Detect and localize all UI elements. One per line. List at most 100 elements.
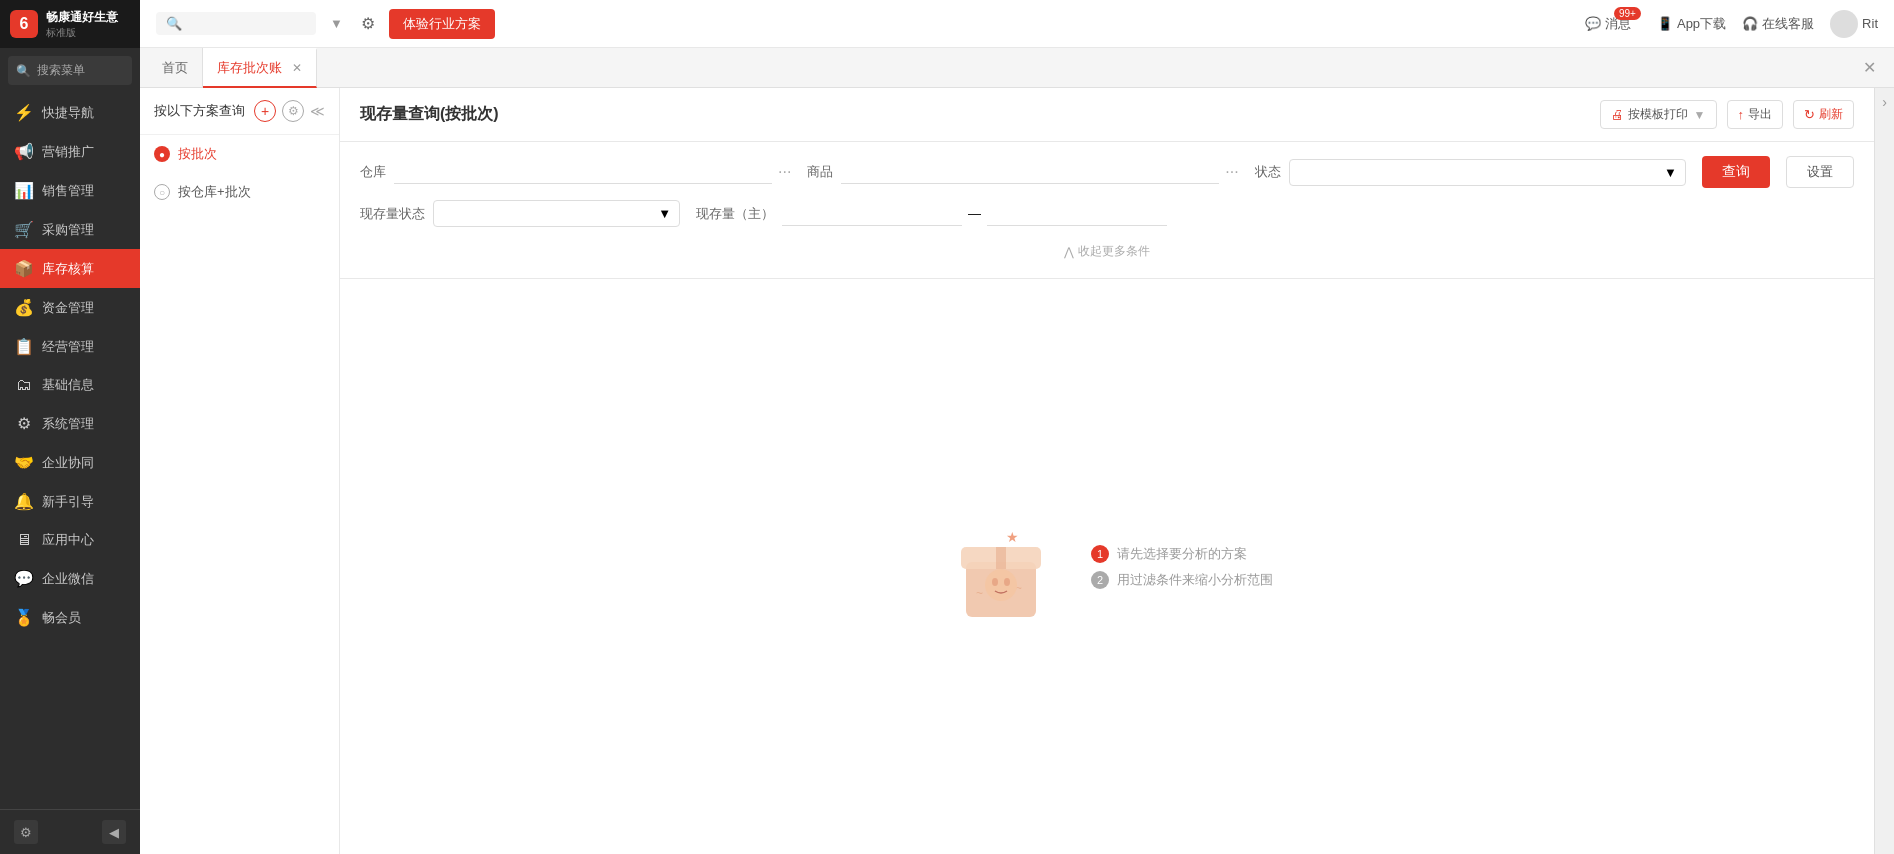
sidebar-item-member[interactable]: 🏅 畅会员 <box>0 598 140 637</box>
status-arrow-icon: ▼ <box>1664 165 1677 180</box>
export-button[interactable]: ↑ 导出 <box>1727 100 1784 129</box>
message-badge: 99+ <box>1614 7 1641 20</box>
online-service-button[interactable]: 🎧 在线客服 <box>1742 15 1814 33</box>
nav-icon-appstore: 🖥 <box>14 531 34 549</box>
nav-label-operation: 经营管理 <box>42 338 94 356</box>
sidebar-search[interactable]: 🔍 搜索菜单 <box>8 56 132 85</box>
sidebar-collapse-button[interactable]: ◀ <box>102 820 126 844</box>
sidebar-item-wechat[interactable]: 💬 企业微信 <box>0 559 140 598</box>
filter-row-1: 仓库 ··· 商品 ··· 状态 ▼ <box>360 156 1854 188</box>
filter-active-dot: ● <box>154 146 170 162</box>
user-name: Rit <box>1862 16 1878 31</box>
company-name: 畅康通好生意 <box>46 9 118 26</box>
filter-item-by-warehouse-batch-label: 按仓库+批次 <box>178 183 251 201</box>
topbar-dropdown-icon[interactable]: ▼ <box>326 12 347 35</box>
filter-add-button[interactable]: + <box>254 100 276 122</box>
page-title: 现存量查询(按批次) <box>360 104 499 125</box>
filter-item-by-batch[interactable]: ● 按批次 <box>140 135 339 173</box>
topbar-gear-icon[interactable]: ⚙ <box>357 10 379 37</box>
refresh-icon: ↻ <box>1804 107 1815 122</box>
refresh-button[interactable]: ↻ 刷新 <box>1793 100 1854 129</box>
sidebar-item-guide[interactable]: 🔔 新手引导 <box>0 482 140 521</box>
warehouse-dots[interactable]: ··· <box>778 163 791 181</box>
filter-item-by-batch-label: 按批次 <box>178 145 217 163</box>
empty-illustration: ★ ~ ~ <box>941 507 1061 627</box>
sidebar-item-system[interactable]: ⚙ 系统管理 <box>0 404 140 443</box>
topbar-search-box[interactable]: 🔍 <box>156 12 316 35</box>
right-panel-close-button[interactable]: › <box>1876 88 1893 116</box>
status-select[interactable]: ▼ <box>1289 159 1686 186</box>
nav-icon-marketing: 📢 <box>14 142 34 161</box>
empty-hint-1-num: 1 <box>1091 545 1109 563</box>
sidebar-item-operation[interactable]: 📋 经营管理 <box>0 327 140 366</box>
app-download-button[interactable]: 📱 App下载 <box>1657 15 1726 33</box>
nav-label-purchase: 采购管理 <box>42 221 94 239</box>
filter-item-by-warehouse-batch[interactable]: ○ 按仓库+批次 <box>140 173 339 211</box>
empty-hint-texts: 1 请先选择要分析的方案 2 用过滤条件来缩小分析范围 <box>1091 545 1273 589</box>
sidebar-item-inventory[interactable]: 📦 库存核算 <box>0 249 140 288</box>
main-content: 现存量查询(按批次) 🖨 按模板打印 ▼ ↑ 导出 ↻ 刷新 <box>340 88 1874 854</box>
user-profile[interactable]: Rit <box>1830 10 1878 38</box>
nav-label-sales: 销售管理 <box>42 182 94 200</box>
tab-batch-account[interactable]: 库存批次账 ✕ <box>203 48 317 88</box>
svg-rect-2 <box>996 547 1006 569</box>
warehouse-field: 仓库 ··· <box>360 160 791 184</box>
sidebar-item-sales[interactable]: 📊 销售管理 <box>0 171 140 210</box>
tab-close-right-button[interactable]: ✕ <box>1853 58 1886 77</box>
print-dropdown-icon[interactable]: ▼ <box>1694 108 1706 122</box>
filter-inactive-dot: ○ <box>154 184 170 200</box>
stock-qty-min-input[interactable] <box>782 202 962 226</box>
topbar-search-input[interactable] <box>188 17 288 31</box>
stock-qty-field: 现存量（主） — <box>696 202 1016 226</box>
sidebar-item-quick-nav[interactable]: ⚡ 快捷导航 <box>0 93 140 132</box>
nav-icon-system: ⚙ <box>14 414 34 433</box>
svg-point-7 <box>992 578 998 586</box>
tab-home[interactable]: 首页 <box>148 48 203 88</box>
empty-hint-2: 2 用过滤条件来缩小分析范围 <box>1091 571 1273 589</box>
status-label: 状态 <box>1255 163 1281 181</box>
export-label: 导出 <box>1748 106 1772 123</box>
goods-dots[interactable]: ··· <box>1225 163 1238 181</box>
app-logo: 6 <box>10 10 38 38</box>
nav-label-basic: 基础信息 <box>42 376 94 394</box>
tab-batch-account-label: 库存批次账 <box>217 59 282 77</box>
sidebar-search-label: 搜索菜单 <box>37 62 85 79</box>
warehouse-input[interactable] <box>394 160 772 184</box>
export-icon: ↑ <box>1738 107 1745 122</box>
nav-label-guide: 新手引导 <box>42 493 94 511</box>
goods-input[interactable] <box>841 160 1219 184</box>
tab-home-label: 首页 <box>162 59 188 77</box>
sidebar-item-enterprise[interactable]: 🤝 企业协同 <box>0 443 140 482</box>
query-button[interactable]: 查询 <box>1702 156 1770 188</box>
headset-icon: 🎧 <box>1742 16 1758 31</box>
collapse-more-button[interactable]: ⋀ 收起更多条件 <box>1060 239 1154 264</box>
online-service-label: 在线客服 <box>1762 15 1814 33</box>
filter-header: 按以下方案查询 + ⚙ ≪ <box>140 88 339 135</box>
nav-label-marketing: 营销推广 <box>42 143 94 161</box>
nav-label-member: 畅会员 <box>42 609 81 627</box>
tabbar: 首页 库存批次账 ✕ ✕ <box>140 48 1894 88</box>
sidebar-item-finance[interactable]: 💰 资金管理 <box>0 288 140 327</box>
topbar-search-icon: 🔍 <box>166 16 182 31</box>
sidebar: 6 畅康通好生意 标准版 🔍 搜索菜单 ⚡ 快捷导航 📢 营销推广 📊 销售管理… <box>0 0 140 854</box>
filter-setting-button[interactable]: ⚙ <box>282 100 304 122</box>
experience-button[interactable]: 体验行业方案 <box>389 9 495 39</box>
filter-header-label: 按以下方案查询 <box>154 102 245 120</box>
message-icon: 💬 <box>1585 16 1601 31</box>
collapse-label: 收起更多条件 <box>1078 243 1150 260</box>
sidebar-item-basic[interactable]: 🗂 基础信息 <box>0 366 140 404</box>
stock-qty-max-input[interactable] <box>987 202 1167 226</box>
refresh-label: 刷新 <box>1819 106 1843 123</box>
topbar: 🔍 ▼ ⚙ 体验行业方案 💬 消息 99+ 📱 App下载 🎧 在线客服 Rit <box>140 0 1894 48</box>
sidebar-settings-button[interactable]: ⚙ <box>14 820 38 844</box>
tab-close-icon[interactable]: ✕ <box>292 61 302 75</box>
settings-button[interactable]: 设置 <box>1786 156 1854 188</box>
sidebar-item-marketing[interactable]: 📢 营销推广 <box>0 132 140 171</box>
stock-status-select[interactable]: ▼ <box>433 200 680 227</box>
message-button[interactable]: 💬 消息 99+ <box>1585 15 1631 33</box>
filter-collapse-icon[interactable]: ≪ <box>310 103 325 119</box>
print-button[interactable]: 🖨 按模板打印 ▼ <box>1600 100 1717 129</box>
svg-text:~: ~ <box>976 586 983 600</box>
sidebar-item-appstore[interactable]: 🖥 应用中心 <box>0 521 140 559</box>
sidebar-item-purchase[interactable]: 🛒 采购管理 <box>0 210 140 249</box>
